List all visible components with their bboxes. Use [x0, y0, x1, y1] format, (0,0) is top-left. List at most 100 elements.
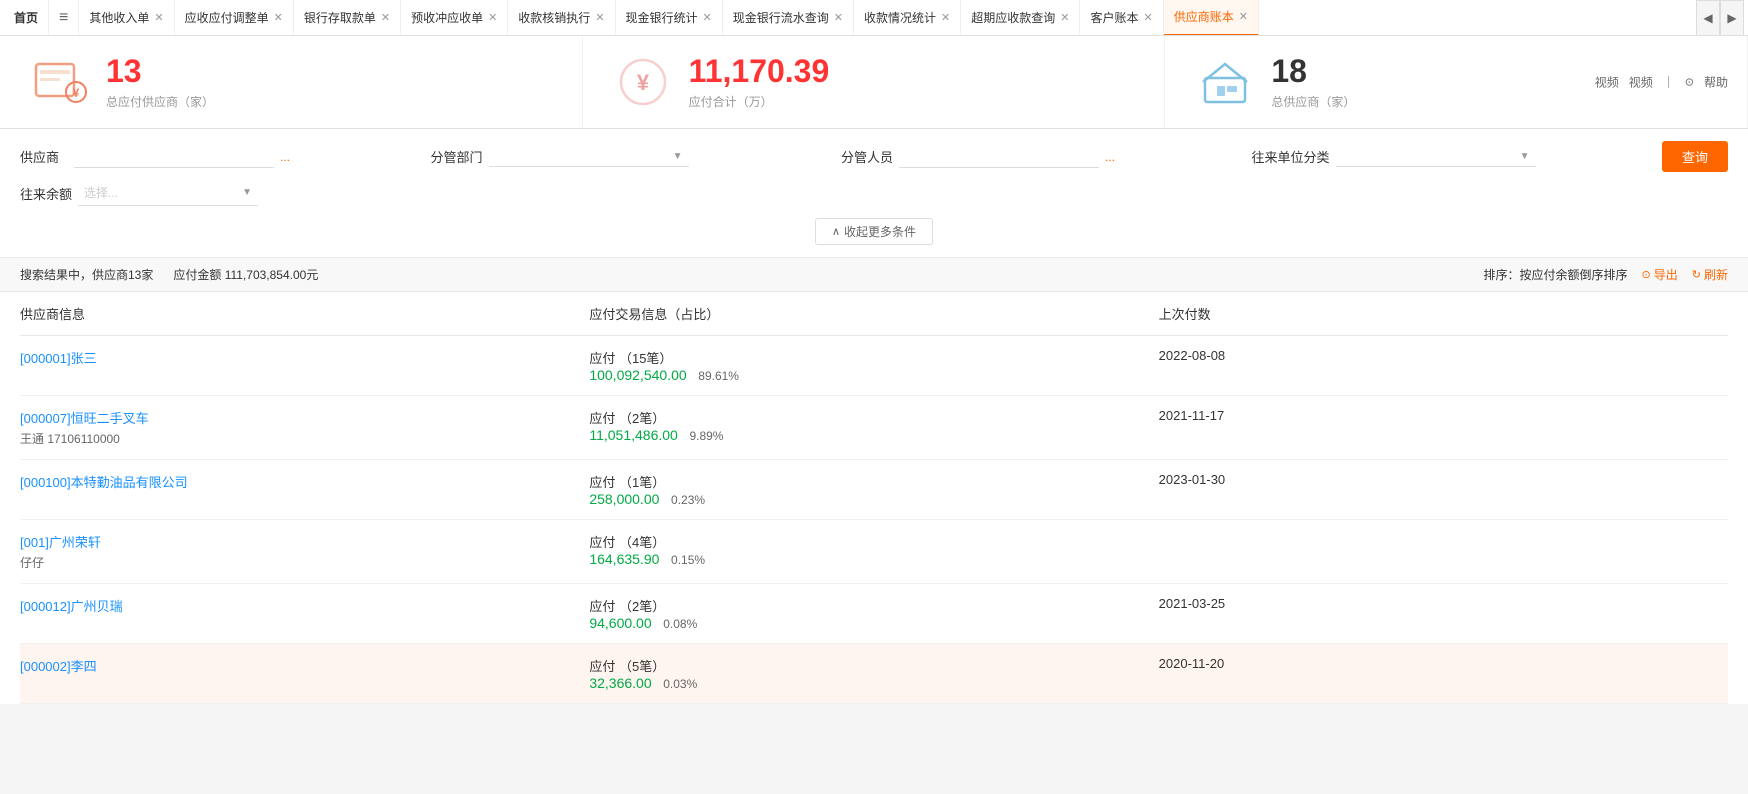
supplier-link[interactable]: [000002]李四: [20, 659, 97, 674]
nav-supplier-ledger[interactable]: 供应商账本 ✕: [1164, 0, 1259, 36]
ap-amount-link[interactable]: 258,000.00: [589, 491, 659, 507]
ap-count: （15笔）: [619, 351, 672, 366]
ap-amount-row: 94,600.00 0.08%: [589, 615, 1158, 631]
category-filter-select[interactable]: ▼: [1336, 147, 1536, 167]
summary-card-ap-suppliers: ¥ 13 总应付供应商（家）: [0, 36, 583, 128]
query-button[interactable]: 查询: [1662, 141, 1728, 172]
ap-label-row: 应付 （15笔）: [589, 348, 1158, 367]
nav-menu-icon[interactable]: ≡: [49, 0, 79, 36]
video-link[interactable]: 视频: [1595, 74, 1619, 91]
table-row: [000007]恒旺二手叉车 王通 17106110000 应付 （2笔） 11…: [20, 396, 1728, 460]
nav-cash-bank-stat-label: 现金银行统计: [626, 9, 698, 26]
ap-cell: 应付 （2笔） 94,600.00 0.08%: [589, 596, 1158, 631]
card1-number: 13: [106, 54, 214, 89]
close-prepay-icon[interactable]: ✕: [488, 11, 497, 24]
results-amount: 应付金额 111,703,854.00元: [173, 266, 318, 283]
supplier-cell: [000100]本特勤油品有限公司: [20, 472, 589, 491]
close-cash-bank-stat-icon[interactable]: ✕: [703, 11, 712, 24]
supplier-link[interactable]: [001]广州荣轩: [20, 535, 101, 550]
ap-pct: 9.89%: [689, 429, 723, 443]
supplier-link[interactable]: [000001]张三: [20, 351, 97, 366]
nav-bank-deposit[interactable]: 银行存取款单 ✕: [294, 0, 401, 36]
balance-filter-label: 往来余额: [20, 184, 72, 203]
department-dropdown-icon: ▼: [673, 151, 683, 162]
ap-label: 应付: [589, 659, 615, 674]
nav-overdue[interactable]: 超期应收款查询 ✕: [961, 0, 1080, 36]
close-supplier-ledger-icon[interactable]: ✕: [1239, 10, 1248, 23]
last-pay-date: 2021-11-17: [1159, 408, 1225, 423]
table-row: [000012]广州贝瑞 应付 （2笔） 94,600.00 0.08% 202…: [20, 584, 1728, 644]
supplier-filter-input[interactable]: [74, 145, 274, 168]
department-filter-select[interactable]: ▼: [489, 147, 689, 167]
close-collection-icon[interactable]: ✕: [595, 11, 604, 24]
supplier-link[interactable]: [000012]广州贝瑞: [20, 599, 123, 614]
ap-pct: 0.23%: [671, 493, 705, 507]
nav-cash-flow[interactable]: 现金银行流水查询 ✕: [723, 0, 854, 36]
ap-cell: 应付 （15笔） 100,092,540.00 89.61%: [589, 348, 1158, 383]
nav-prepay[interactable]: 预收冲应收单 ✕: [401, 0, 508, 36]
ap-label-row: 应付 （2笔）: [589, 596, 1158, 615]
close-customer-ledger-icon[interactable]: ✕: [1143, 11, 1152, 24]
ap-amount-link[interactable]: 94,600.00: [589, 615, 651, 631]
close-cash-flow-icon[interactable]: ✕: [834, 11, 843, 24]
close-collection-stat-icon[interactable]: ✕: [941, 11, 950, 24]
ap-pct: 0.15%: [671, 553, 705, 567]
supplier-link[interactable]: [000007]恒旺二手叉车: [20, 411, 149, 426]
supplier-sub: 王通 17106110000: [20, 430, 589, 447]
ap-amount-link[interactable]: 32,366.00: [589, 675, 651, 691]
table-body: [000001]张三 应付 （15笔） 100,092,540.00 89.61…: [20, 336, 1728, 704]
last-pay-date: 2020-11-20: [1159, 656, 1225, 671]
sort-label[interactable]: 排序：按应付余额倒序排序: [1484, 266, 1628, 283]
balance-dropdown-icon: ▼: [242, 187, 252, 198]
card2-label: 应付合计（万）: [689, 93, 830, 110]
last-pay-cell: 2022-08-08: [1159, 348, 1728, 363]
nav-home[interactable]: 首页: [4, 0, 49, 36]
person-filter-input[interactable]: [899, 145, 1099, 168]
nav-customer-ledger[interactable]: 客户账本 ✕: [1080, 0, 1163, 36]
help-label[interactable]: 帮助: [1704, 74, 1728, 91]
export-icon: ⊙: [1642, 268, 1651, 281]
ap-label: 应付: [589, 351, 615, 366]
refresh-button[interactable]: ↻ 刷新: [1692, 266, 1728, 283]
ap-amount-link[interactable]: 164,635.90: [589, 551, 659, 567]
ap-pct: 0.03%: [663, 677, 697, 691]
ap-label: 应付: [589, 411, 615, 426]
nav-next-arrow[interactable]: ▶: [1720, 0, 1744, 36]
close-ar-adjust-icon[interactable]: ✕: [274, 11, 283, 24]
last-pay-cell: 2020-11-20: [1159, 656, 1728, 671]
refresh-label: 刷新: [1704, 266, 1728, 283]
ap-amount-link[interactable]: 11,051,486.00: [589, 427, 678, 443]
nav-prev-arrow[interactable]: ◀: [1696, 0, 1720, 36]
nav-supplier-ledger-label: 供应商账本: [1174, 8, 1234, 25]
nav-other-income[interactable]: 其他收入单 ✕: [79, 0, 174, 36]
ap-amount-link[interactable]: 100,092,540.00: [589, 367, 686, 383]
export-button[interactable]: ⊙ 导出: [1642, 266, 1678, 283]
results-actions: 排序：按应付余额倒序排序 ⊙ 导出 ↻ 刷新: [1484, 266, 1728, 283]
supplier-cell: [000002]李四: [20, 656, 589, 675]
balance-filter-select[interactable]: 选择... ▼: [78, 180, 258, 206]
ap-supplier-icon: ¥: [30, 52, 90, 112]
person-ellipsis[interactable]: ...: [1105, 150, 1115, 164]
ap-amount-row: 11,051,486.00 9.89%: [589, 427, 1158, 443]
table-row: [000001]张三 应付 （15笔） 100,092,540.00 89.61…: [20, 336, 1728, 396]
nav-collection[interactable]: 收款核销执行 ✕: [508, 0, 615, 36]
ap-amount-row: 32,366.00 0.03%: [589, 675, 1158, 691]
supplier-cell: [000001]张三: [20, 348, 589, 367]
close-other-income-icon[interactable]: ✕: [154, 11, 163, 24]
refresh-icon: ↻: [1692, 268, 1701, 281]
nav-cash-bank-stat[interactable]: 现金银行统计 ✕: [616, 0, 723, 36]
supplier-ellipsis[interactable]: ...: [280, 150, 290, 164]
close-overdue-icon[interactable]: ✕: [1060, 11, 1069, 24]
last-pay-cell: 2021-11-17: [1159, 408, 1728, 423]
nav-collection-stat[interactable]: 收款情况统计 ✕: [854, 0, 961, 36]
collapse-filters-button[interactable]: ∧ 收起更多条件: [815, 218, 933, 245]
ap-amount-row: 258,000.00 0.23%: [589, 491, 1158, 507]
last-pay-cell: 2021-03-25: [1159, 596, 1728, 611]
export-label: 导出: [1654, 266, 1678, 283]
close-bank-deposit-icon[interactable]: ✕: [381, 11, 390, 24]
video-label[interactable]: 视频: [1629, 74, 1653, 91]
nav-ar-adjust[interactable]: 应收应付调整单 ✕: [175, 0, 294, 36]
svg-text:¥: ¥: [637, 70, 650, 95]
filter-row-1: 供应商 ... 分管部门 ▼ 分管人员 ... 往来单位分类 ▼ 查询: [20, 141, 1728, 172]
supplier-link[interactable]: [000100]本特勤油品有限公司: [20, 475, 188, 490]
